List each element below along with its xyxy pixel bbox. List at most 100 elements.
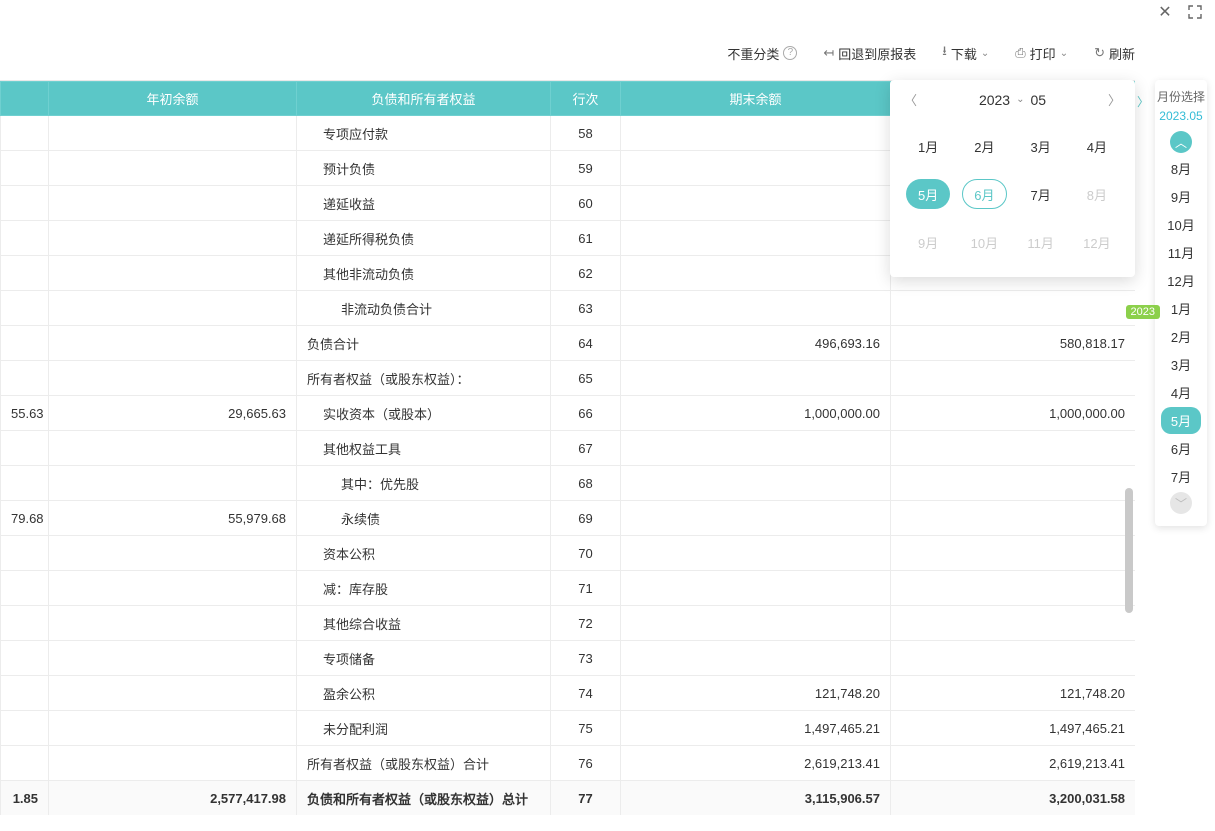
- table-row[interactable]: 未分配利润751,497,465.211,497,465.21: [1, 711, 1136, 746]
- month-strip-current: 2023.05: [1155, 107, 1207, 129]
- vertical-scrollbar-thumb[interactable]: [1125, 488, 1133, 613]
- strip-month-item[interactable]: 3月: [1161, 351, 1201, 378]
- picker-title[interactable]: 2023 ⌄ 05: [979, 92, 1046, 108]
- table-cell: [1, 536, 49, 571]
- strip-month-item[interactable]: 6月: [1161, 435, 1201, 462]
- month-option[interactable]: 2月: [962, 131, 1006, 161]
- table-row[interactable]: 所有者权益（或股东权益）合计762,619,213.412,619,213.41: [1, 746, 1136, 781]
- fullscreen-icon[interactable]: [1185, 2, 1205, 22]
- table-cell: [891, 606, 1136, 641]
- table-cell: [49, 361, 297, 396]
- table-cell: [891, 361, 1136, 396]
- dont-reclassify-toggle[interactable]: 不重分类 ?: [727, 44, 797, 63]
- help-icon[interactable]: ?: [783, 46, 797, 60]
- table-cell: [1, 256, 49, 291]
- table-row[interactable]: 负债合计64496,693.16580,818.17: [1, 326, 1136, 361]
- table-cell: 未分配利润: [297, 711, 551, 746]
- table-row[interactable]: 其中：优先股68: [1, 466, 1136, 501]
- table-cell: 其他综合收益: [297, 606, 551, 641]
- year-tag: 2023: [1126, 305, 1160, 319]
- table-cell: 负债和所有者权益（或股东权益）总计: [297, 781, 551, 816]
- month-option[interactable]: 6月: [962, 179, 1006, 209]
- table-cell: 1,000,000.00: [891, 396, 1136, 431]
- chevron-down-icon: ⌄: [981, 48, 989, 59]
- strip-month-item[interactable]: 10月: [1161, 211, 1201, 238]
- table-cell: [49, 571, 297, 606]
- strip-month-item[interactable]: 5月: [1161, 407, 1201, 434]
- table-row[interactable]: 盈余公积74121,748.20121,748.20: [1, 676, 1136, 711]
- table-row[interactable]: 其他权益工具67: [1, 431, 1136, 466]
- table-cell: [49, 746, 297, 781]
- table-cell: 62: [551, 256, 621, 291]
- month-strip-title: 月份选择: [1155, 86, 1207, 107]
- table-cell: 所有者权益（或股东权益）合计: [297, 746, 551, 781]
- picker-prev[interactable]: 〈: [904, 90, 917, 109]
- month-option[interactable]: 4月: [1075, 131, 1119, 161]
- table-row[interactable]: 专项储备73: [1, 641, 1136, 676]
- table-row[interactable]: 其他综合收益72: [1, 606, 1136, 641]
- table-cell: 1.85: [1, 781, 49, 816]
- table-cell: 1,497,465.21: [891, 711, 1136, 746]
- table-cell: [621, 291, 891, 326]
- table-cell: [891, 466, 1136, 501]
- table-cell: 递延所得税负债: [297, 221, 551, 256]
- table-row[interactable]: 所有者权益（或股东权益）：65: [1, 361, 1136, 396]
- table-row[interactable]: 55.6329,665.63实收资本（或股本）661,000,000.001,0…: [1, 396, 1136, 431]
- month-option[interactable]: 1月: [906, 131, 950, 161]
- table-cell: [49, 326, 297, 361]
- download-button[interactable]: ⭳ 下载 ⌄: [942, 42, 989, 64]
- table-cell: [621, 431, 891, 466]
- table-cell: [891, 501, 1136, 536]
- strip-month-item[interactable]: 2月: [1161, 323, 1201, 350]
- strip-month-item[interactable]: 8月: [1161, 155, 1201, 182]
- table-cell: 2,619,213.41: [891, 746, 1136, 781]
- strip-month-item[interactable]: 9月: [1161, 183, 1201, 210]
- table-cell: [1, 151, 49, 186]
- table-cell: 70: [551, 536, 621, 571]
- table-cell: [49, 466, 297, 501]
- strip-month-item[interactable]: 12月: [1161, 267, 1201, 294]
- col-year-begin: 年初余额: [49, 82, 297, 116]
- table-cell: [1, 466, 49, 501]
- table-row[interactable]: 资本公积70: [1, 536, 1136, 571]
- table-row[interactable]: 非流动负债合计63: [1, 291, 1136, 326]
- table-cell: [621, 256, 891, 291]
- col-period-end: 期末余额: [621, 82, 891, 116]
- picker-next[interactable]: 〉: [1108, 90, 1121, 109]
- table-cell: [621, 151, 891, 186]
- strip-month-item[interactable]: 4月: [1161, 379, 1201, 406]
- strip-month-item[interactable]: 7月: [1161, 463, 1201, 490]
- table-cell: 专项应付款: [297, 116, 551, 151]
- download-label: 下载: [951, 44, 977, 63]
- table-cell: 资本公积: [297, 536, 551, 571]
- table-cell: 64: [551, 326, 621, 361]
- table-cell: [49, 116, 297, 151]
- table-cell: [621, 116, 891, 151]
- refresh-button[interactable]: ↻ 刷新: [1094, 44, 1135, 63]
- close-icon[interactable]: ✕: [1155, 2, 1175, 22]
- month-strip-down[interactable]: ﹀: [1170, 492, 1192, 514]
- table-cell: 29,665.63: [49, 396, 297, 431]
- table-cell: 68: [551, 466, 621, 501]
- month-strip-up[interactable]: ︿: [1170, 131, 1192, 153]
- table-cell: 55.63: [1, 396, 49, 431]
- return-original-button[interactable]: ↤ 回退到原报表: [823, 44, 916, 63]
- print-button[interactable]: ⎙ 打印 ⌄: [1015, 44, 1068, 63]
- month-option[interactable]: 3月: [1019, 131, 1063, 161]
- table-cell: 实收资本（或股本）: [297, 396, 551, 431]
- table-cell: 77: [551, 781, 621, 816]
- table-row[interactable]: 79.6855,979.68永续债69: [1, 501, 1136, 536]
- strip-month-item[interactable]: 11月: [1161, 239, 1201, 266]
- strip-month-item[interactable]: 1月: [1161, 295, 1201, 322]
- month-option[interactable]: 5月: [906, 179, 950, 209]
- table-row[interactable]: 1.852,577,417.98负债和所有者权益（或股东权益）总计773,115…: [1, 781, 1136, 816]
- table-cell: 61: [551, 221, 621, 256]
- month-option[interactable]: 7月: [1019, 179, 1063, 209]
- table-cell: [1, 221, 49, 256]
- table-cell: [49, 676, 297, 711]
- table-row[interactable]: 减：库存股71: [1, 571, 1136, 606]
- table-cell: 75: [551, 711, 621, 746]
- table-cell: 55,979.68: [49, 501, 297, 536]
- table-cell: [49, 641, 297, 676]
- collapse-right-icon[interactable]: 〉: [1137, 93, 1149, 110]
